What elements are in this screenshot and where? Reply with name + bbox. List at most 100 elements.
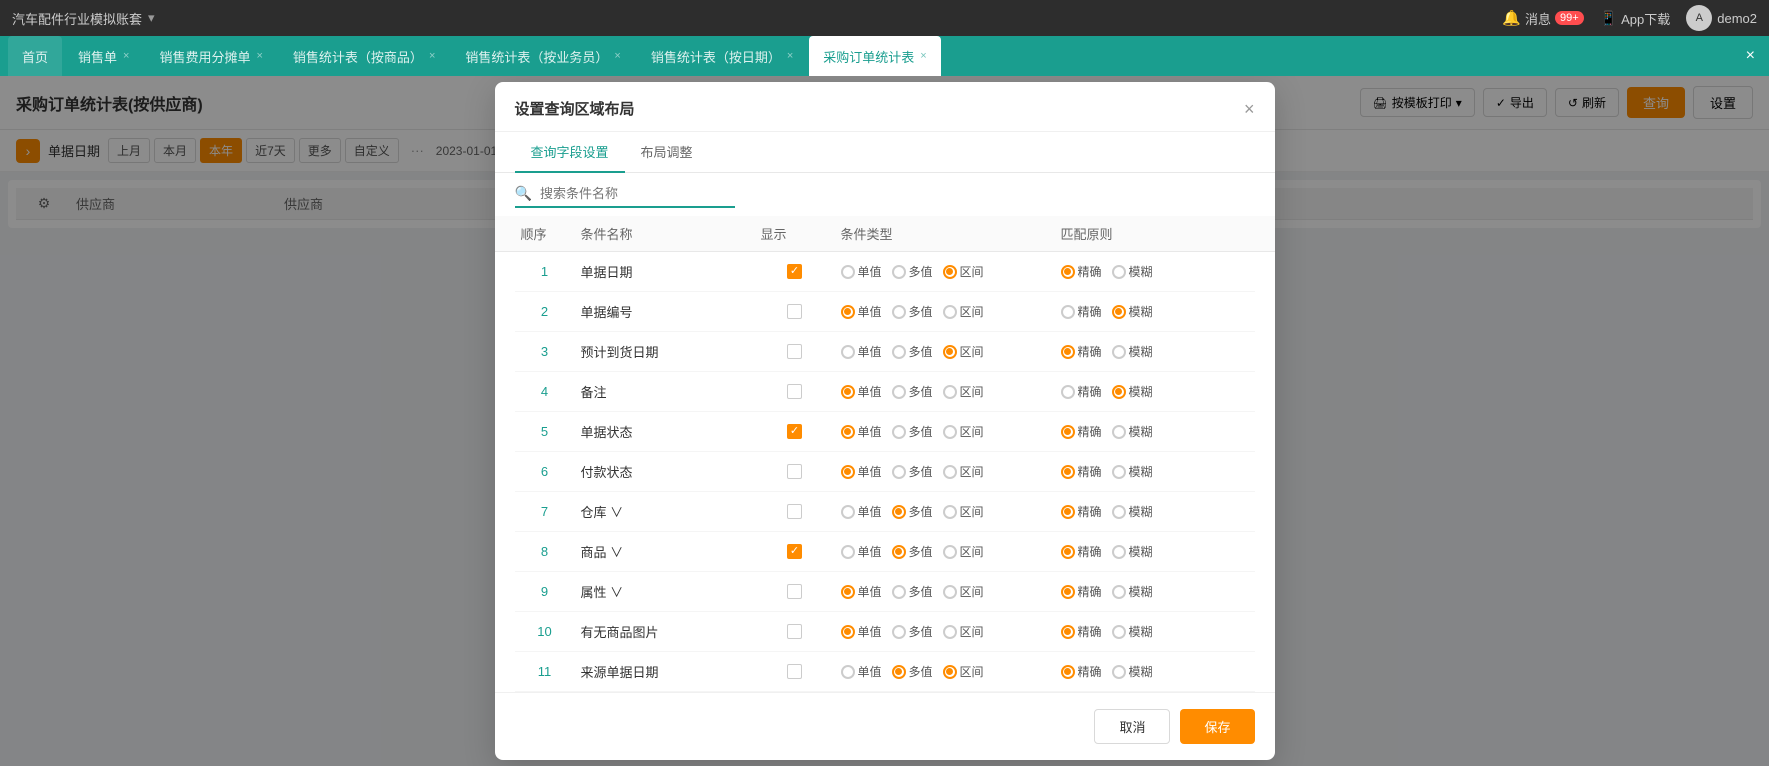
radio-type-single[interactable]: 单值 <box>841 303 882 320</box>
radio-match-fuzzy[interactable]: 模糊 <box>1112 463 1153 480</box>
radio-match-fuzzy[interactable]: 模糊 <box>1112 423 1153 440</box>
download-btn[interactable]: 📱 App下载 <box>1600 9 1671 28</box>
display-checkbox[interactable] <box>787 464 802 479</box>
radio-match-fuzzy[interactable]: 模糊 <box>1112 503 1153 520</box>
radio-type-range[interactable]: 区间 <box>943 463 984 480</box>
tab-close-icon[interactable]: × <box>256 50 262 62</box>
tab-sales-order[interactable]: 销售单 × <box>64 36 143 76</box>
radio-type-multi[interactable]: 多值 <box>892 663 933 680</box>
tab-layout-adjust[interactable]: 布局调整 <box>625 132 709 173</box>
radio-type-single[interactable]: 单值 <box>841 583 882 600</box>
cell-display[interactable] <box>755 578 835 605</box>
radio-match-exact[interactable]: 精确 <box>1061 383 1102 400</box>
tab-close-icon[interactable]: × <box>123 50 129 62</box>
cell-display[interactable] <box>755 618 835 645</box>
radio-type-range[interactable]: 区间 <box>943 263 984 280</box>
tab-sales-expense[interactable]: 销售费用分摊单 × <box>145 36 276 76</box>
radio-match-fuzzy[interactable]: 模糊 <box>1112 623 1153 640</box>
cell-display[interactable] <box>755 458 835 485</box>
radio-type-single[interactable]: 单值 <box>841 463 882 480</box>
radio-type-range[interactable]: 区间 <box>943 623 984 640</box>
radio-type-single[interactable]: 单值 <box>841 503 882 520</box>
cell-display[interactable] <box>755 418 835 445</box>
cell-display[interactable] <box>755 298 835 325</box>
cell-display[interactable] <box>755 258 835 285</box>
radio-match-exact[interactable]: 精确 <box>1061 663 1102 680</box>
radio-match-exact[interactable]: 精确 <box>1061 543 1102 560</box>
radio-type-multi[interactable]: 多值 <box>892 343 933 360</box>
radio-type-single[interactable]: 单值 <box>841 423 882 440</box>
radio-match-fuzzy[interactable]: 模糊 <box>1112 343 1153 360</box>
radio-type-multi[interactable]: 多值 <box>892 423 933 440</box>
display-checkbox[interactable] <box>787 424 802 439</box>
radio-type-single[interactable]: 单值 <box>841 383 882 400</box>
save-button[interactable]: 保存 <box>1180 709 1254 744</box>
tab-sales-date[interactable]: 销售统计表（按日期） × <box>637 36 807 76</box>
search-input[interactable] <box>540 186 735 201</box>
radio-match-fuzzy[interactable]: 模糊 <box>1112 543 1153 560</box>
radio-match-fuzzy[interactable]: 模糊 <box>1112 383 1153 400</box>
notification-btn[interactable]: 🔔 消息 99+ <box>1502 9 1583 28</box>
tab-close-icon[interactable]: × <box>787 50 793 62</box>
radio-match-exact[interactable]: 精确 <box>1061 263 1102 280</box>
user-menu[interactable]: A demo2 <box>1686 5 1757 31</box>
radio-type-range[interactable]: 区间 <box>943 663 984 680</box>
radio-type-multi[interactable]: 多值 <box>892 503 933 520</box>
display-checkbox[interactable] <box>787 664 802 679</box>
cell-display[interactable] <box>755 338 835 365</box>
radio-match-exact[interactable]: 精确 <box>1061 583 1102 600</box>
radio-type-range[interactable]: 区间 <box>943 543 984 560</box>
display-checkbox[interactable] <box>787 344 802 359</box>
display-checkbox[interactable] <box>787 304 802 319</box>
radio-type-range[interactable]: 区间 <box>943 343 984 360</box>
tab-sales-goods[interactable]: 销售统计表（按商品） × <box>279 36 449 76</box>
radio-match-exact[interactable]: 精确 <box>1061 303 1102 320</box>
tab-close-icon[interactable]: × <box>920 50 926 62</box>
radio-match-fuzzy[interactable]: 模糊 <box>1112 663 1153 680</box>
tab-query-fields[interactable]: 查询字段设置 <box>515 132 625 173</box>
tab-purchase-order[interactable]: 采购订单统计表 × <box>809 36 940 76</box>
close-window-btn[interactable]: × <box>1732 47 1769 65</box>
radio-type-range[interactable]: 区间 <box>943 503 984 520</box>
radio-type-single[interactable]: 单值 <box>841 343 882 360</box>
radio-type-multi[interactable]: 多值 <box>892 623 933 640</box>
radio-type-multi[interactable]: 多值 <box>892 583 933 600</box>
display-checkbox[interactable] <box>787 504 802 519</box>
cell-display[interactable] <box>755 378 835 405</box>
tab-close-icon[interactable]: × <box>429 50 435 62</box>
radio-type-multi[interactable]: 多值 <box>892 383 933 400</box>
radio-type-multi[interactable]: 多值 <box>892 543 933 560</box>
radio-type-range[interactable]: 区间 <box>943 423 984 440</box>
dialog-close-btn[interactable]: × <box>1244 100 1255 118</box>
tab-home[interactable]: 首页 <box>8 36 62 76</box>
display-checkbox[interactable] <box>787 264 802 279</box>
radio-type-range[interactable]: 区间 <box>943 303 984 320</box>
radio-type-single[interactable]: 单值 <box>841 263 882 280</box>
cancel-button[interactable]: 取消 <box>1094 709 1170 744</box>
radio-type-multi[interactable]: 多值 <box>892 303 933 320</box>
radio-type-multi[interactable]: 多值 <box>892 263 933 280</box>
display-checkbox[interactable] <box>787 544 802 559</box>
tab-sales-staff[interactable]: 销售统计表（按业务员） × <box>451 36 634 76</box>
cell-display[interactable] <box>755 498 835 525</box>
radio-match-fuzzy[interactable]: 模糊 <box>1112 263 1153 280</box>
display-checkbox[interactable] <box>787 384 802 399</box>
display-checkbox[interactable] <box>787 584 802 599</box>
radio-match-exact[interactable]: 精确 <box>1061 423 1102 440</box>
radio-type-multi[interactable]: 多值 <box>892 463 933 480</box>
radio-type-range[interactable]: 区间 <box>943 383 984 400</box>
tab-close-icon[interactable]: × <box>614 50 620 62</box>
radio-match-exact[interactable]: 精确 <box>1061 623 1102 640</box>
radio-match-fuzzy[interactable]: 模糊 <box>1112 583 1153 600</box>
radio-match-exact[interactable]: 精确 <box>1061 343 1102 360</box>
radio-match-fuzzy[interactable]: 模糊 <box>1112 303 1153 320</box>
radio-match-exact[interactable]: 精确 <box>1061 463 1102 480</box>
cell-display[interactable] <box>755 538 835 565</box>
cell-display[interactable] <box>755 658 835 685</box>
radio-type-single[interactable]: 单值 <box>841 623 882 640</box>
radio-type-range[interactable]: 区间 <box>943 583 984 600</box>
radio-match-exact[interactable]: 精确 <box>1061 503 1102 520</box>
radio-type-single[interactable]: 单值 <box>841 663 882 680</box>
radio-type-single[interactable]: 单值 <box>841 543 882 560</box>
display-checkbox[interactable] <box>787 624 802 639</box>
